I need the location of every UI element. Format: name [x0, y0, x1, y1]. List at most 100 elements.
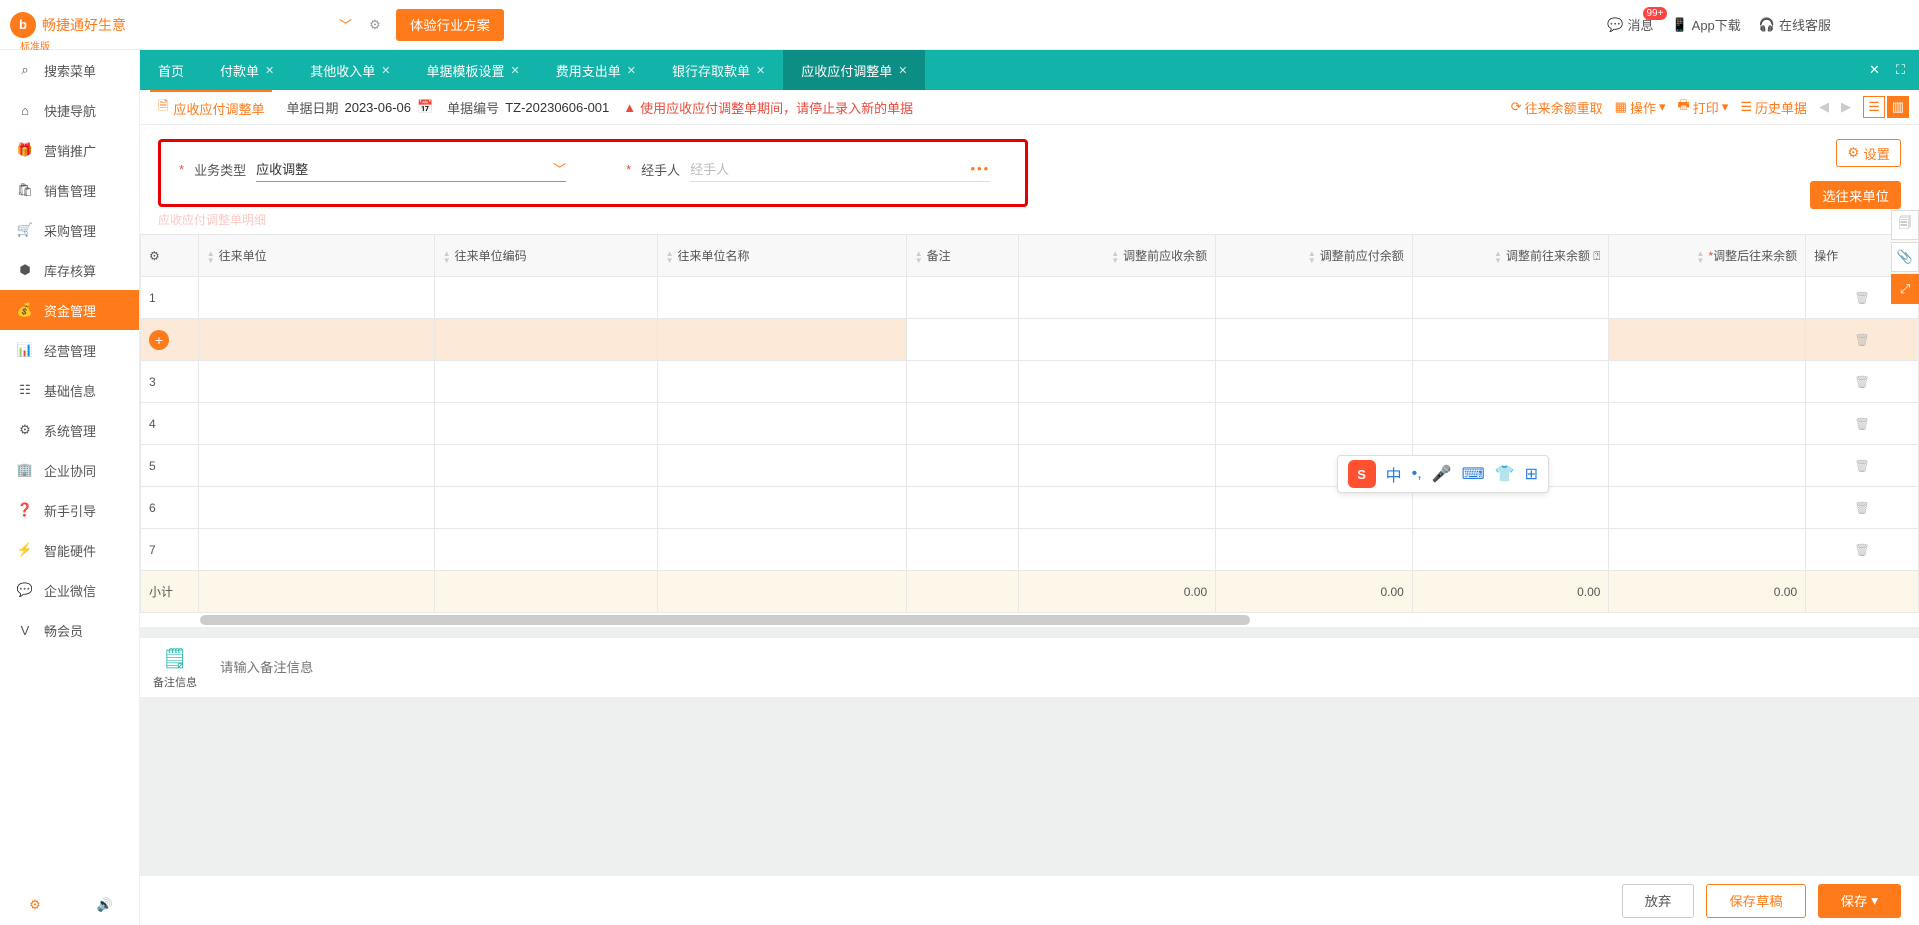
sidebar-item-guide[interactable]: ❓新手引导 [0, 490, 139, 530]
cell-recv[interactable] [1019, 361, 1216, 403]
sidebar-collapse-button[interactable]: ⚙ [0, 885, 70, 925]
sidebar-item-wallet[interactable]: 💰资金管理 [0, 290, 139, 330]
col-note[interactable]: ▲▼备注 [906, 235, 1019, 277]
messages-link[interactable]: 💬 消息 99+ [1607, 15, 1653, 34]
tab-close-button[interactable]: ✕ [1865, 58, 1884, 82]
horizontal-scrollbar[interactable] [140, 613, 1919, 627]
cell-name[interactable] [657, 403, 906, 445]
save-draft-button[interactable]: 保存草稿 [1706, 884, 1805, 918]
delete-row-icon[interactable]: 🗑 [1854, 459, 1869, 473]
add-row-icon[interactable]: + [149, 330, 169, 350]
cell-pay[interactable] [1216, 361, 1413, 403]
tab-3[interactable]: 单据模板设置✕ [408, 50, 537, 90]
tab-1[interactable]: 付款单✕ [202, 50, 292, 90]
cell-code[interactable] [434, 361, 657, 403]
tab-close-icon[interactable]: ✕ [627, 64, 636, 77]
cell-recv[interactable] [1019, 445, 1216, 487]
cell-note[interactable] [906, 529, 1019, 571]
sidebar-sound-button[interactable]: 🔊 [70, 885, 140, 925]
rail-attach-button[interactable]: 📎 [1891, 242, 1919, 272]
org-selector[interactable]: ﹀ [150, 10, 360, 40]
tab-0[interactable]: 首页 [140, 50, 202, 90]
cell-code[interactable] [434, 487, 657, 529]
form-settings-button[interactable]: ⚙设置 [1836, 139, 1901, 167]
cell-recv[interactable] [1019, 277, 1216, 319]
col-unit[interactable]: ▲▼往来单位 [198, 235, 434, 277]
settings-icon[interactable]: ⚙ [360, 10, 390, 40]
cell-unit[interactable] [198, 277, 434, 319]
sidebar-item-report[interactable]: 📊经营管理 [0, 330, 139, 370]
handler-picker-icon[interactable]: ••• [971, 161, 991, 176]
cell-pay[interactable] [1216, 277, 1413, 319]
tab-5[interactable]: 银行存取款单✕ [654, 50, 783, 90]
delete-row-icon[interactable]: 🗑 [1854, 333, 1869, 347]
col-before[interactable]: ▲▼调整前往来余额 ⍰ [1412, 235, 1609, 277]
cell-name[interactable] [657, 277, 906, 319]
delete-row-icon[interactable]: 🗑 [1854, 543, 1869, 557]
ime-lang[interactable]: 中 [1386, 462, 1402, 486]
view-list-button[interactable]: ☰ [1863, 96, 1885, 118]
ime-punct-icon[interactable]: •, [1412, 465, 1422, 483]
table-row[interactable]: +🗑 [141, 319, 1919, 361]
cell-code[interactable] [434, 529, 657, 571]
prev-button[interactable]: ◀ [1819, 99, 1829, 115]
discard-button[interactable]: 放弃 [1622, 884, 1695, 918]
next-button[interactable]: ▶ [1841, 99, 1851, 115]
app-download-link[interactable]: 📱 App下载 [1671, 15, 1740, 34]
rail-expand-button[interactable]: ⤢ [1891, 274, 1919, 304]
cell-unit[interactable] [198, 403, 434, 445]
business-type-select[interactable]: 应收调整 ﹀ [256, 156, 566, 182]
col-gear[interactable]: ⚙ [141, 235, 199, 277]
table-row[interactable]: 3🗑 [141, 361, 1919, 403]
sidebar-item-gift[interactable]: 🎁营销推广 [0, 130, 139, 170]
cell-after[interactable] [1609, 361, 1806, 403]
cell-before[interactable] [1412, 277, 1609, 319]
ime-skin-icon[interactable]: 👕 [1495, 464, 1515, 484]
cell-before[interactable] [1412, 403, 1609, 445]
sidebar-item-cart[interactable]: 🛒采购管理 [0, 210, 139, 250]
cell-note[interactable] [906, 319, 1019, 361]
cell-note[interactable] [906, 403, 1019, 445]
table-row[interactable]: 7🗑 [141, 529, 1919, 571]
online-service-link[interactable]: 🎧 在线客服 [1759, 15, 1831, 34]
rail-note-button[interactable]: 🗐 [1891, 210, 1919, 240]
col-pay[interactable]: ▲▼调整前应付余额 [1216, 235, 1413, 277]
cell-after[interactable] [1609, 487, 1806, 529]
cell-name[interactable] [657, 319, 906, 361]
cell-after[interactable] [1609, 445, 1806, 487]
save-button[interactable]: 保存▾ [1818, 884, 1901, 918]
ime-keyboard-icon[interactable]: ⌨ [1462, 464, 1485, 484]
calendar-icon[interactable]: 📅 [417, 99, 433, 115]
sidebar-item-search[interactable]: ⌕搜索菜单 [0, 50, 139, 90]
sidebar-item-box[interactable]: ⬢库存核算 [0, 250, 139, 290]
cell-after[interactable] [1609, 277, 1806, 319]
ime-toolbox-icon[interactable]: ⊞ [1525, 464, 1538, 484]
history-button[interactable]: ☰历史单据 [1740, 98, 1807, 117]
try-industry-button[interactable]: 体验行业方案 [396, 9, 504, 41]
select-unit-button[interactable]: 选往来单位 [1810, 181, 1901, 209]
cell-before[interactable] [1412, 361, 1609, 403]
cell-pay[interactable] [1216, 319, 1413, 361]
table-row[interactable]: 6🗑 [141, 487, 1919, 529]
ime-widget[interactable]: S 中 •, 🎤 ⌨ 👕 ⊞ [1337, 455, 1549, 493]
cell-pay[interactable] [1216, 403, 1413, 445]
ime-mic-icon[interactable]: 🎤 [1432, 464, 1452, 484]
sidebar-item-db[interactable]: ☷基础信息 [0, 370, 139, 410]
cell-note[interactable] [906, 277, 1019, 319]
col-recv[interactable]: ▲▼调整前应收余额 [1019, 235, 1216, 277]
cell-unit[interactable] [198, 445, 434, 487]
remark-input[interactable] [210, 660, 1919, 675]
tab-close-icon[interactable]: ✕ [381, 64, 390, 77]
cell-code[interactable] [434, 277, 657, 319]
sidebar-item-vip[interactable]: V畅会员 [0, 610, 139, 650]
cell-code[interactable] [434, 319, 657, 361]
cell-name[interactable] [657, 445, 906, 487]
col-after[interactable]: ▲▼*调整后往来余额 [1609, 235, 1806, 277]
cell-code[interactable] [434, 445, 657, 487]
cell-before[interactable] [1412, 529, 1609, 571]
cell-before[interactable] [1412, 319, 1609, 361]
cell-unit[interactable] [198, 361, 434, 403]
col-code[interactable]: ▲▼往来单位编码 [434, 235, 657, 277]
print-menu[interactable]: 🖶打印▾ [1678, 96, 1729, 118]
reset-balance-button[interactable]: ⟳往来余额重取 [1511, 98, 1603, 117]
